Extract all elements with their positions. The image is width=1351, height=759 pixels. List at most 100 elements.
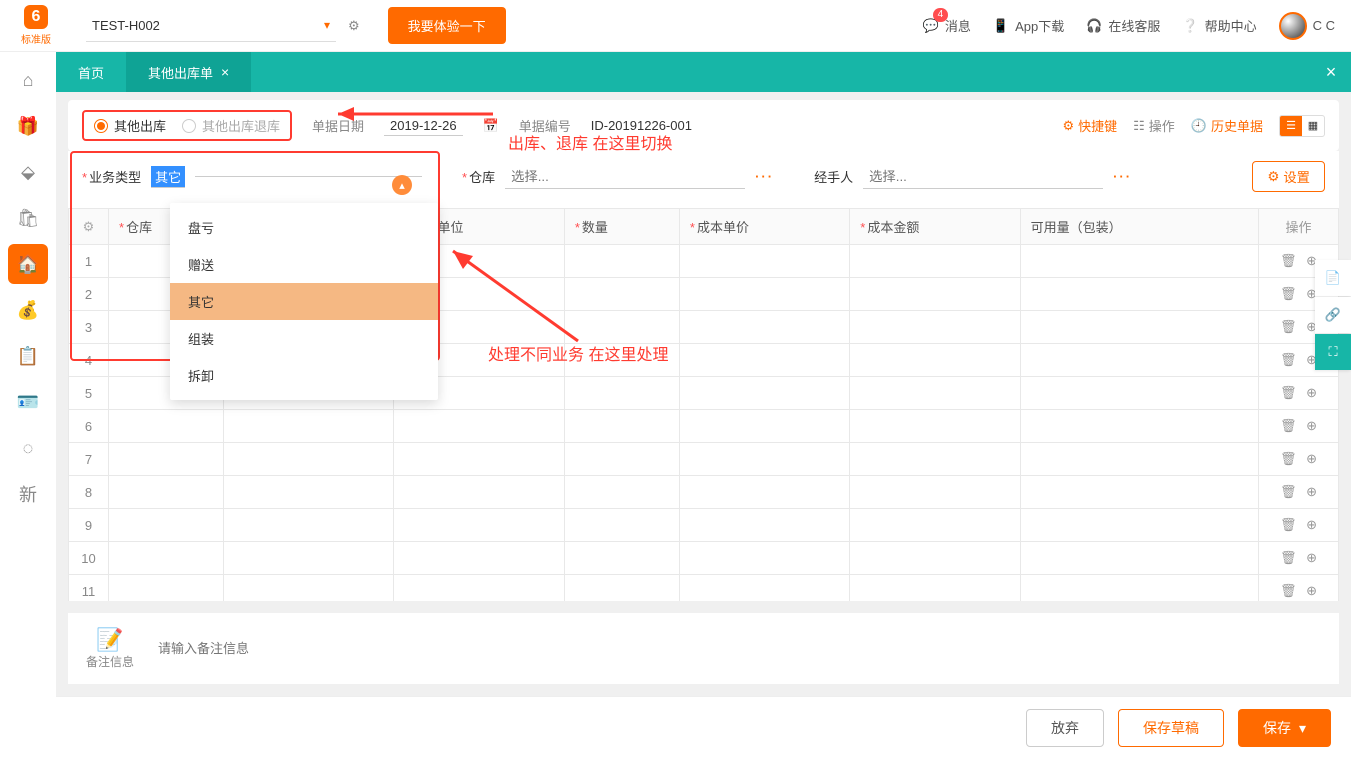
row-index: 4 (69, 344, 109, 377)
row-ops: 🗑 ⊕ (1259, 575, 1339, 602)
sidebar-bag-icon[interactable]: 🛍 (8, 198, 48, 238)
doc-date-label: 单据日期 (312, 116, 364, 135)
table-row[interactable]: 8 🗑 ⊕ (69, 476, 1339, 509)
more-icon[interactable]: ··· (755, 169, 774, 184)
radio-return[interactable]: 其他出库退库 (182, 116, 280, 135)
row-ops: 🗑 ⊕ (1259, 443, 1339, 476)
radio-return-label: 其他出库退库 (202, 116, 280, 135)
sidebar-gift-icon[interactable]: 🎁 (8, 106, 48, 146)
handler-input[interactable] (863, 165, 1103, 189)
help-center-link[interactable]: ❔ 帮助中心 (1182, 16, 1256, 35)
add-icon[interactable]: ⊕ (1306, 451, 1317, 466)
setting-button[interactable]: ⚙ 设置 (1252, 161, 1325, 192)
delete-icon[interactable]: 🗑 (1280, 319, 1297, 334)
delete-icon[interactable]: 🗑 (1280, 286, 1297, 301)
radio-outbound[interactable]: 其他出库 (94, 116, 166, 135)
sidebar-money-icon[interactable]: 💰 (8, 290, 48, 330)
warehouse-input[interactable] (505, 165, 745, 189)
table-row[interactable]: 6 🗑 ⊕ (69, 410, 1339, 443)
tab-current[interactable]: 其他出库单 × (126, 52, 251, 92)
delete-icon[interactable]: 🗑 (1280, 385, 1297, 400)
rail-expand-icon[interactable]: ⛶ (1315, 334, 1351, 370)
shortcut-link[interactable]: ⚙ 快捷键 (1062, 116, 1117, 135)
add-icon[interactable]: ⊕ (1306, 484, 1317, 499)
gear-column-header[interactable]: ⚙ (69, 209, 109, 245)
tab-home[interactable]: 首页 (56, 52, 126, 92)
close-all-icon[interactable]: × (1311, 52, 1351, 92)
dropdown-item[interactable]: 赠送 (170, 246, 438, 283)
add-icon[interactable]: ⊕ (1306, 583, 1317, 598)
col-cost-price: *成本单价 (679, 209, 849, 245)
close-icon[interactable]: × (221, 64, 229, 80)
radio-dot-icon (94, 119, 108, 133)
toolbar: 其他出库 其他出库退库 单据日期 2019-12-26 📅 单据编号 ID-20… (68, 100, 1339, 151)
row-index: 10 (69, 542, 109, 575)
online-cs-link[interactable]: 🎧 在线客服 (1086, 16, 1160, 35)
history-link[interactable]: 🕘 历史单据 (1191, 116, 1263, 135)
table-row[interactable]: 10 🗑 ⊕ (69, 542, 1339, 575)
rail-link-icon[interactable]: 🔗 (1315, 297, 1351, 333)
dropdown-item[interactable]: 其它 (170, 283, 438, 320)
biz-type-input[interactable]: 其它 (151, 166, 185, 188)
radio-outbound-label: 其他出库 (114, 116, 166, 135)
org-selector[interactable]: TEST-H002 ▾ (86, 10, 336, 42)
delete-icon[interactable]: 🗑 (1280, 517, 1297, 532)
delete-icon[interactable]: 🗑 (1280, 484, 1297, 499)
row-index: 1 (69, 245, 109, 278)
col-ops: 操作 (1259, 209, 1339, 245)
user-menu[interactable]: C C (1279, 12, 1335, 40)
calendar-icon[interactable]: 📅 (483, 118, 499, 134)
row-index: 9 (69, 509, 109, 542)
trial-button[interactable]: 我要体验一下 (388, 7, 506, 44)
col-available: 可用量（包装） (1020, 209, 1258, 245)
doc-date-input[interactable]: 2019-12-26 (384, 116, 463, 136)
add-icon[interactable]: ⊕ (1306, 517, 1317, 532)
operate-link[interactable]: ☷ 操作 (1133, 116, 1175, 135)
view-toggle: ☰ ▦ (1279, 115, 1325, 137)
chevron-up-icon[interactable]: ▴ (392, 175, 412, 195)
delete-icon[interactable]: 🗑 (1280, 352, 1297, 367)
app-download-link[interactable]: 📱 App下载 (993, 16, 1064, 35)
rail-note-icon[interactable]: 📄 (1315, 260, 1351, 296)
form-row: *业务类型 其它 ▴ 盘亏 赠送 其它 组装 拆卸 *仓库 ··· (68, 151, 1339, 208)
page-tabs: 首页 其他出库单 × × (56, 52, 1351, 92)
dropdown-item[interactable]: 组装 (170, 320, 438, 357)
biz-type-field: *业务类型 其它 ▴ 盘亏 赠送 其它 组装 拆卸 (82, 161, 422, 192)
add-icon[interactable]: ⊕ (1306, 550, 1317, 565)
radio-dot-icon (182, 119, 196, 133)
add-icon[interactable]: ⊕ (1306, 385, 1317, 400)
chevron-down-icon: ▾ (324, 18, 330, 32)
delete-icon[interactable]: 🗑 (1280, 583, 1297, 598)
dropdown-item[interactable]: 盘亏 (170, 209, 438, 246)
delete-icon[interactable]: 🗑 (1280, 253, 1297, 268)
add-icon[interactable]: ⊕ (1306, 418, 1317, 433)
table-row[interactable]: 11 🗑 ⊕ (69, 575, 1339, 602)
delete-icon[interactable]: 🗑 (1280, 451, 1297, 466)
sidebar-warehouse-icon[interactable]: 🏠 (8, 244, 48, 284)
dropdown-item[interactable]: 拆卸 (170, 357, 438, 394)
sidebar-house-icon[interactable]: ⬙ (8, 152, 48, 192)
sidebar-clipboard-icon[interactable]: 📋 (8, 336, 48, 376)
biz-type-dropdown: 盘亏 赠送 其它 组装 拆卸 (170, 203, 438, 400)
remarks-input[interactable] (158, 641, 1321, 656)
save-draft-button[interactable]: 保存草稿 (1118, 709, 1224, 747)
row-index: 7 (69, 443, 109, 476)
sidebar-id-icon[interactable]: 🪪 (8, 382, 48, 422)
delete-icon[interactable]: 🗑 (1280, 418, 1297, 433)
logo[interactable]: 6 标准版 (16, 5, 56, 46)
save-button[interactable]: 保存 ▾ (1238, 709, 1331, 747)
gear-icon[interactable]: ⚙ (348, 18, 360, 34)
sidebar-home-icon[interactable]: ⌂ (8, 60, 48, 100)
row-index: 8 (69, 476, 109, 509)
messages-link[interactable]: 💬 消息 4 (923, 16, 971, 35)
table-row[interactable]: 9 🗑 ⊕ (69, 509, 1339, 542)
sidebar-refresh-icon[interactable]: ◌ (8, 428, 48, 468)
row-index: 11 (69, 575, 109, 602)
sidebar-new-icon[interactable]: 新 (8, 474, 48, 514)
more-icon[interactable]: ··· (1113, 169, 1132, 184)
view-list-icon[interactable]: ☰ (1280, 116, 1302, 136)
delete-icon[interactable]: 🗑 (1280, 550, 1297, 565)
discard-button[interactable]: 放弃 (1026, 709, 1104, 747)
table-row[interactable]: 7 🗑 ⊕ (69, 443, 1339, 476)
view-grid-icon[interactable]: ▦ (1302, 116, 1324, 136)
